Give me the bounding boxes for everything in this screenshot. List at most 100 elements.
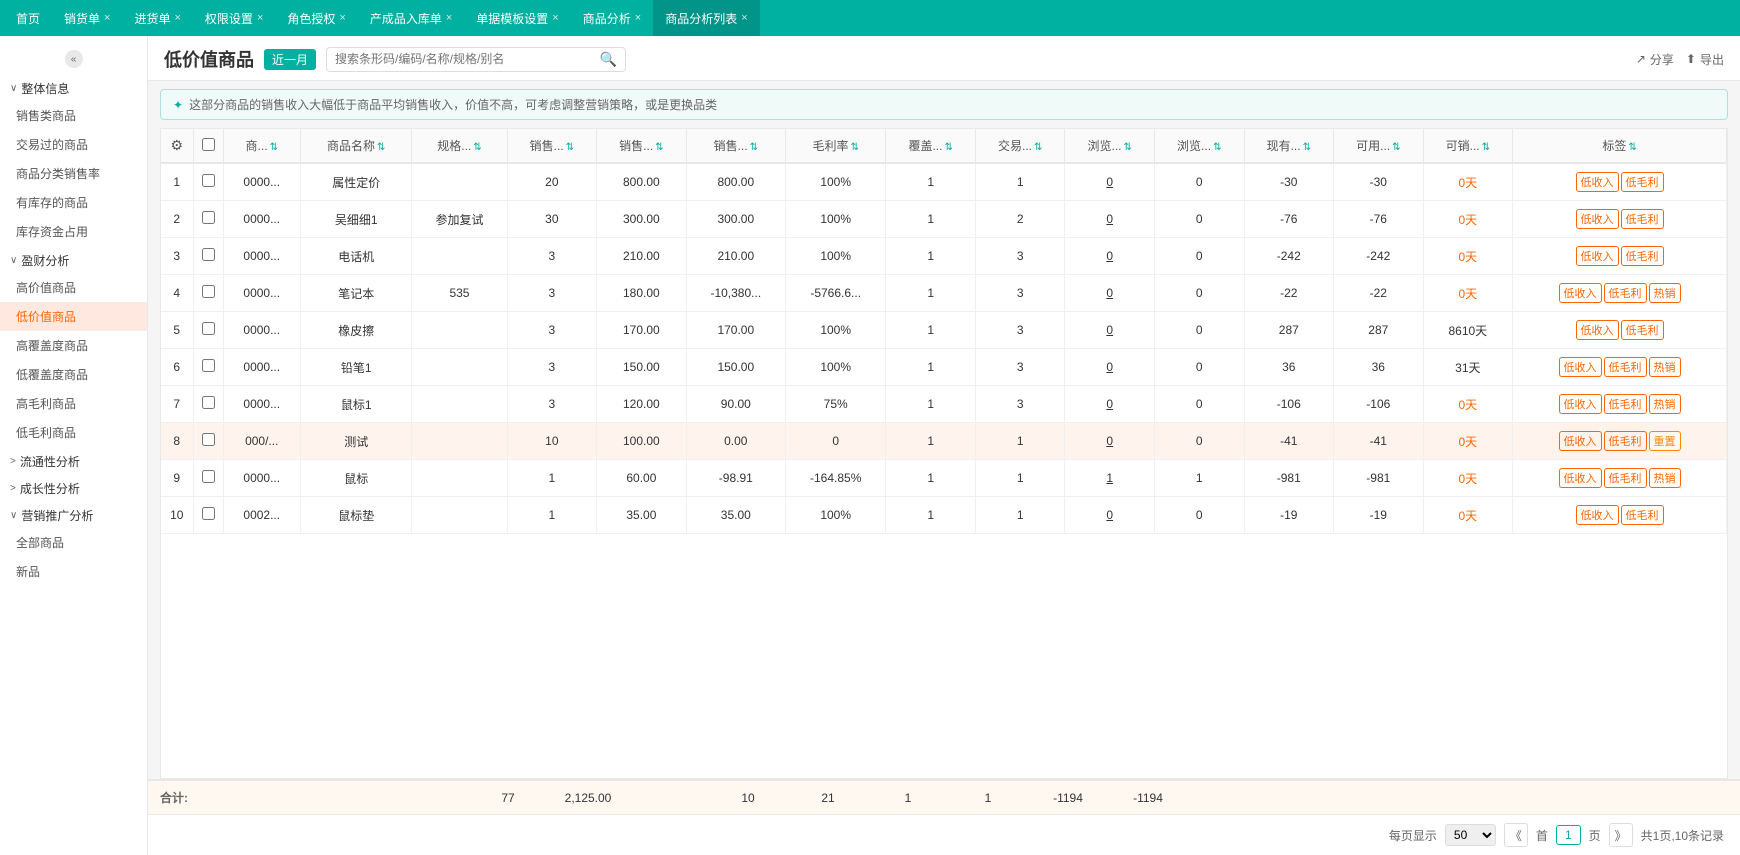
sort-icon[interactable]: ⇅ xyxy=(473,142,481,153)
row-views1[interactable]: 0 xyxy=(1065,201,1155,238)
row-select-checkbox[interactable] xyxy=(202,433,215,446)
views-link[interactable]: 0 xyxy=(1106,175,1113,189)
sort-icon[interactable]: ⇅ xyxy=(1124,142,1132,153)
views-link[interactable]: 0 xyxy=(1106,397,1113,411)
sidebar-item-capital-occupy[interactable]: 库存资金占用 xyxy=(0,217,147,246)
gear-icon[interactable]: ⚙ xyxy=(170,137,183,153)
share-button[interactable]: ↗ 分享 xyxy=(1636,51,1674,68)
search-icon[interactable]: 🔍 xyxy=(600,51,617,68)
row-select-checkbox[interactable] xyxy=(202,507,215,520)
sidebar-item-low-coverage[interactable]: 低覆盖度商品 xyxy=(0,360,147,389)
row-select-checkbox[interactable] xyxy=(202,396,215,409)
close-icon[interactable]: × xyxy=(552,12,558,24)
sidebar-group-growth[interactable]: > 成长性分析 xyxy=(0,474,147,501)
sort-icon[interactable]: ⇅ xyxy=(270,142,278,153)
nav-product-entry[interactable]: 产成品入库单 × xyxy=(358,0,464,36)
row-views1[interactable]: 0 xyxy=(1065,312,1155,349)
row-select-checkbox[interactable] xyxy=(202,285,215,298)
sort-icon[interactable]: ⇅ xyxy=(377,142,385,153)
views-link[interactable]: 0 xyxy=(1106,323,1113,337)
sidebar-group-profit[interactable]: ∨ 盈财分析 xyxy=(0,246,147,273)
views-link[interactable]: 1 xyxy=(1106,471,1113,485)
views-link[interactable]: 0 xyxy=(1106,434,1113,448)
nav-template[interactable]: 单据模板设置 × xyxy=(464,0,570,36)
nav-home[interactable]: 首页 xyxy=(4,0,52,36)
nav-purchase[interactable]: 进货单 × xyxy=(122,0,192,36)
close-icon[interactable]: × xyxy=(446,12,452,24)
sort-icon[interactable]: ⇅ xyxy=(851,142,859,153)
row-views1[interactable]: 0 xyxy=(1065,497,1155,534)
row-select-checkbox[interactable] xyxy=(202,211,215,224)
sidebar-item-high-coverage[interactable]: 高覆盖度商品 xyxy=(0,331,147,360)
row-checkbox[interactable] xyxy=(193,275,223,312)
views-link[interactable]: 0 xyxy=(1106,286,1113,300)
nav-roles[interactable]: 角色授权 × xyxy=(275,0,357,36)
sidebar-item-traded-products[interactable]: 交易过的商品 xyxy=(0,130,147,159)
last-page-button[interactable]: 》 xyxy=(1609,823,1633,847)
select-all-checkbox[interactable] xyxy=(202,138,215,151)
time-filter-badge[interactable]: 近一月 xyxy=(264,49,316,70)
sort-icon[interactable]: ⇅ xyxy=(655,142,663,153)
close-icon[interactable]: × xyxy=(339,12,345,24)
sort-icon[interactable]: ⇅ xyxy=(1482,142,1490,153)
row-checkbox[interactable] xyxy=(193,423,223,460)
views-link[interactable]: 0 xyxy=(1106,249,1113,263)
sidebar-item-low-value[interactable]: 低价值商品 xyxy=(0,302,147,331)
row-checkbox[interactable] xyxy=(193,497,223,534)
sort-icon[interactable]: ⇅ xyxy=(1034,142,1042,153)
sort-icon[interactable]: ⇅ xyxy=(1628,142,1636,153)
row-select-checkbox[interactable] xyxy=(202,174,215,187)
sidebar-item-new-products[interactable]: 新品 xyxy=(0,557,147,586)
sidebar-item-sales-products[interactable]: 销售类商品 xyxy=(0,101,147,130)
views-link[interactable]: 0 xyxy=(1106,508,1113,522)
row-checkbox[interactable] xyxy=(193,312,223,349)
row-checkbox[interactable] xyxy=(193,460,223,497)
sort-icon[interactable]: ⇅ xyxy=(1303,142,1311,153)
sidebar-item-high-value[interactable]: 高价值商品 xyxy=(0,273,147,302)
close-icon[interactable]: × xyxy=(635,12,641,24)
search-input[interactable] xyxy=(335,52,596,66)
row-checkbox[interactable] xyxy=(193,238,223,275)
sidebar-item-category-rate[interactable]: 商品分类销售率 xyxy=(0,159,147,188)
row-select-checkbox[interactable] xyxy=(202,322,215,335)
row-checkbox[interactable] xyxy=(193,386,223,423)
row-views1[interactable]: 0 xyxy=(1065,238,1155,275)
sidebar-item-low-margin[interactable]: 低毛利商品 xyxy=(0,418,147,447)
row-views1[interactable]: 0 xyxy=(1065,423,1155,460)
row-views1[interactable]: 0 xyxy=(1065,386,1155,423)
row-views1[interactable]: 0 xyxy=(1065,163,1155,201)
row-checkbox[interactable] xyxy=(193,349,223,386)
current-page-number[interactable]: 1 xyxy=(1556,825,1581,845)
nav-product-analysis-list[interactable]: 商品分析列表 × xyxy=(653,0,759,36)
row-checkbox[interactable] xyxy=(193,163,223,201)
sort-icon[interactable]: ⇅ xyxy=(1392,142,1400,153)
sidebar-item-all-products[interactable]: 全部商品 xyxy=(0,528,147,557)
sidebar-group-marketing[interactable]: ∨ 营销推广分析 xyxy=(0,501,147,528)
close-icon[interactable]: × xyxy=(257,12,263,24)
row-checkbox[interactable] xyxy=(193,201,223,238)
row-select-checkbox[interactable] xyxy=(202,248,215,261)
views-link[interactable]: 0 xyxy=(1106,360,1113,374)
close-icon[interactable]: × xyxy=(741,12,747,24)
th-gear[interactable]: ⚙ xyxy=(161,129,193,163)
sidebar-group-overall[interactable]: ∨ 整体信息 xyxy=(0,74,147,101)
row-select-checkbox[interactable] xyxy=(202,359,215,372)
first-page-button[interactable]: 《 xyxy=(1504,823,1528,847)
sidebar-item-high-margin[interactable]: 高毛利商品 xyxy=(0,389,147,418)
sort-icon[interactable]: ⇅ xyxy=(1213,142,1221,153)
row-select-checkbox[interactable] xyxy=(202,470,215,483)
th-checkbox[interactable] xyxy=(193,129,223,163)
nav-permissions[interactable]: 权限设置 × xyxy=(193,0,275,36)
collapse-button[interactable]: « xyxy=(65,50,83,68)
sort-icon[interactable]: ⇅ xyxy=(944,142,952,153)
row-views1[interactable]: 0 xyxy=(1065,275,1155,312)
sort-icon[interactable]: ⇅ xyxy=(750,142,758,153)
sidebar-item-stock-products[interactable]: 有库存的商品 xyxy=(0,188,147,217)
close-icon[interactable]: × xyxy=(174,12,180,24)
views-link[interactable]: 0 xyxy=(1106,212,1113,226)
nav-sales[interactable]: 销货单 × xyxy=(52,0,122,36)
page-size-select[interactable]: 50 100 200 xyxy=(1445,824,1496,846)
search-box[interactable]: 🔍 xyxy=(326,47,626,72)
export-button[interactable]: ⬆ 导出 xyxy=(1686,51,1724,68)
row-views1[interactable]: 1 xyxy=(1065,460,1155,497)
